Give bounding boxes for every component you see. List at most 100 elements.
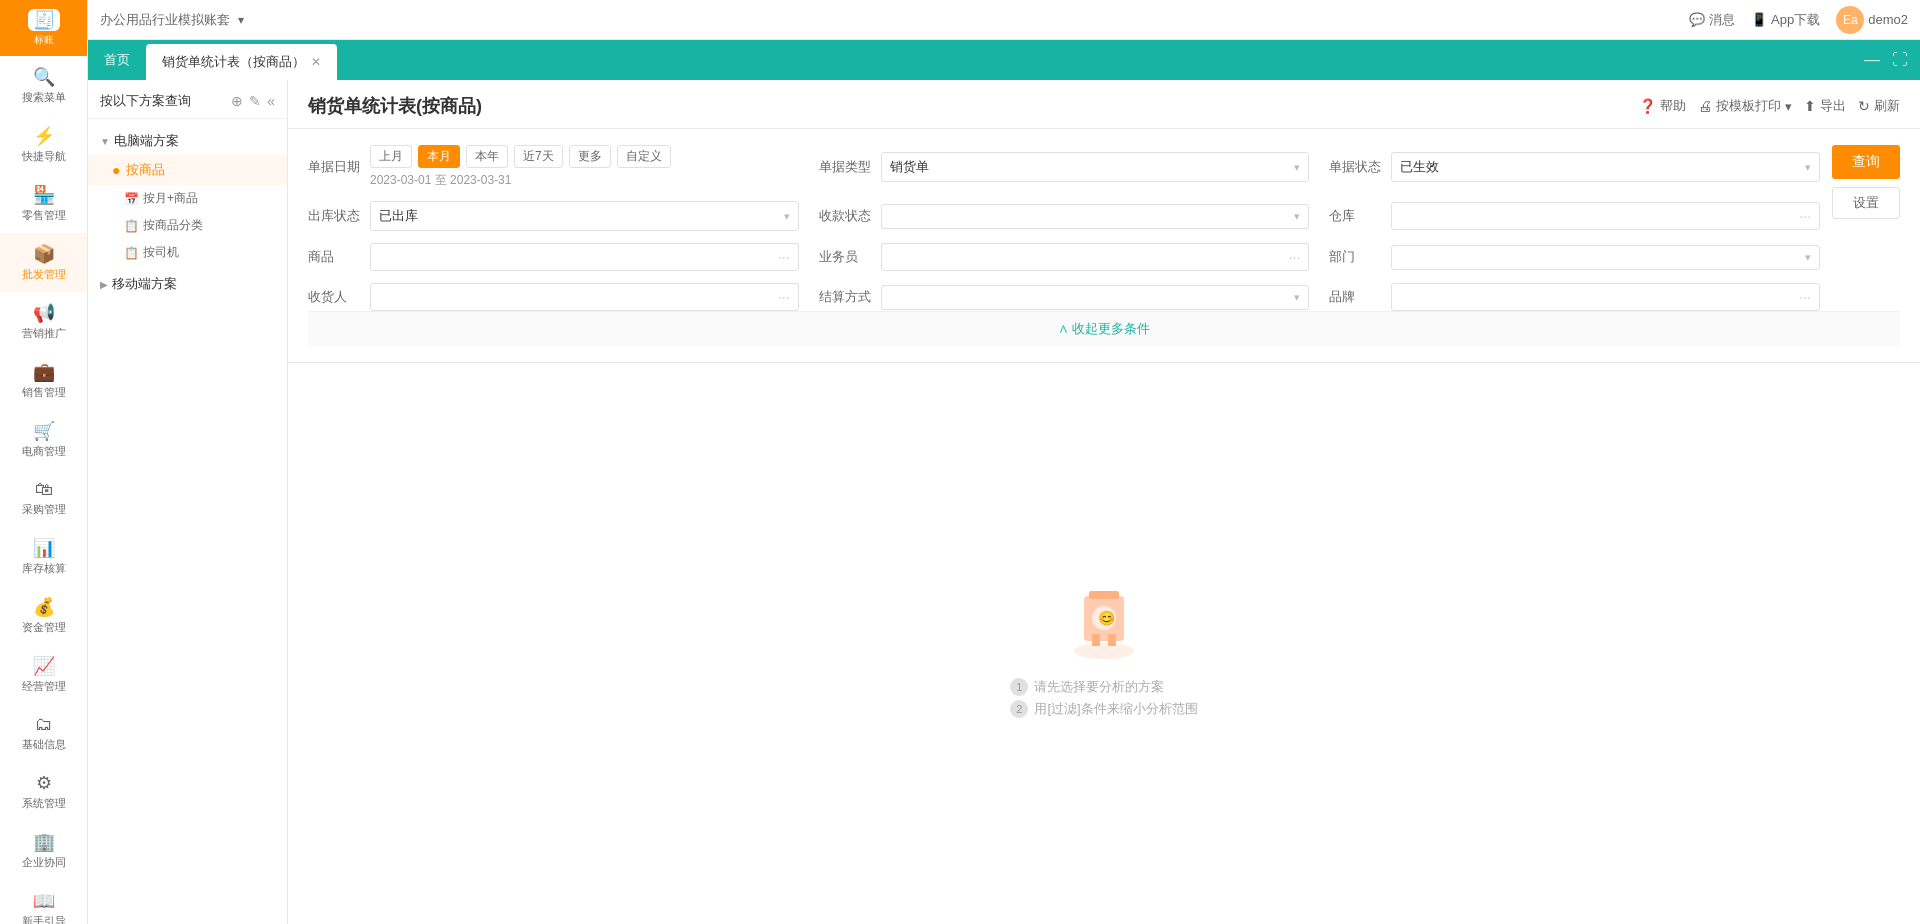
sidebar-item-inventory-label: 库存核算 [22,561,66,576]
tree-item-by-month-product[interactable]: 📅 按月+商品 [88,185,287,212]
settings-button[interactable]: 设置 [1832,187,1900,219]
date-this-month[interactable]: 本月 [418,145,460,168]
ecommerce-icon: 🛒 [33,420,55,442]
refresh-button[interactable]: ↻ 刷新 [1858,97,1900,115]
page-header-actions: ❓ 帮助 🖨 按模板打印 ▾ ⬆ 导出 ↻ 刷新 [1639,97,1900,115]
sidebar-item-search[interactable]: 🔍 搜索菜单 [0,56,87,115]
date-more[interactable]: 更多 [569,145,611,168]
warehouse-input[interactable]: ··· [1391,202,1820,230]
settle-select[interactable]: ▾ [881,285,1310,310]
receipt-status-select[interactable]: ▾ [881,204,1310,229]
logo-area: 🧾 标账 [0,0,87,56]
breadcrumb-dropdown[interactable]: ▾ [238,13,244,27]
retail-icon: 🏪 [33,184,55,206]
calendar-icon: 📅 [124,192,139,206]
sidebar-item-retail[interactable]: 🏪 零售管理 [0,174,87,233]
salesperson-label: 业务员 [819,248,875,266]
sidebar-item-quicknav[interactable]: ⚡ 快捷导航 [0,115,87,174]
user-profile[interactable]: Ea demo2 [1836,6,1908,34]
svg-text:😊: 😊 [1098,610,1116,627]
sidebar-item-ecommerce-label: 电商管理 [22,444,66,459]
help-button[interactable]: ❓ 帮助 [1639,97,1686,115]
receiver-input[interactable]: ··· [370,283,799,311]
type-select[interactable]: 销货单 ▾ [881,152,1310,182]
print-button[interactable]: 🖨 按模板打印 ▾ [1698,97,1792,115]
collapse-panel-button[interactable]: « [267,93,275,109]
sidebar-item-purchase[interactable]: 🛍 采购管理 [0,469,87,527]
left-panel: 按以下方案查询 ⊕ ✎ « ▼ 电脑端方案 ● 按商品 [88,80,288,924]
sidebar-item-inventory[interactable]: 📊 库存核算 [0,527,87,586]
warehouse-status-select[interactable]: 已出库 ▾ [370,201,799,231]
settle-label: 结算方式 [819,288,875,306]
sidebar-item-guide[interactable]: 📖 新手引导 [0,880,87,924]
tab-home-label: 首页 [104,51,130,69]
tab-maximize-button[interactable]: ⛶ [1888,47,1912,73]
sidebar-item-finance[interactable]: 💰 资金管理 [0,586,87,645]
tree-group-mobile-header[interactable]: ▶ 移动端方案 [88,270,287,298]
collapse-bar[interactable]: ∧ 收起更多条件 [308,311,1900,346]
date-last-7days[interactable]: 近7天 [514,145,563,168]
date-last-month[interactable]: 上月 [370,145,412,168]
export-button[interactable]: ⬆ 导出 [1804,97,1846,115]
tab-close-icon[interactable]: ✕ [311,55,321,69]
wholesale-icon: 📦 [33,243,55,265]
sidebar-item-basic[interactable]: 🗂 基础信息 [0,704,87,762]
warehouse-status-arrow: ▾ [784,210,790,223]
refresh-icon: ↻ [1858,98,1870,114]
tab-report-label: 销货单统计表（按商品） [162,53,305,71]
tree-group-desktop-header[interactable]: ▼ 电脑端方案 [88,127,287,155]
type-dropdown-arrow: ▾ [1294,161,1300,174]
sidebar-item-marketing[interactable]: 📢 营销推广 [0,292,87,351]
sidebar-item-wholesale[interactable]: 📦 批发管理 [0,233,87,292]
export-icon: ⬆ [1804,98,1816,114]
sidebar-item-operation[interactable]: 📈 经营管理 [0,645,87,704]
marketing-icon: 📢 [33,302,55,324]
date-filter: 上月 本月 本年 近7天 更多 自定义 [370,145,799,168]
tree-item-by-product[interactable]: ● 按商品 [88,155,287,185]
query-button[interactable]: 查询 [1832,145,1900,179]
brand-input[interactable]: ··· [1391,283,1820,311]
department-select[interactable]: ▾ [1391,245,1820,270]
brand-dots: ··· [1799,289,1811,305]
print-dropdown-arrow[interactable]: ▾ [1785,99,1792,114]
sidebar-item-sales[interactable]: 💼 销售管理 [0,351,87,410]
filter-row-4: 收货人 ··· 结算方式 ▾ [308,283,1820,311]
add-scheme-button[interactable]: ⊕ [231,93,243,109]
product-dots: ··· [778,249,790,265]
finance-icon: 💰 [33,596,55,618]
tab-minimize-button[interactable]: — [1860,47,1884,73]
sidebar-item-guide-label: 新手引导 [22,914,66,924]
app-download-label: App下载 [1771,11,1820,29]
tree-item-by-category[interactable]: 📋 按商品分类 [88,212,287,239]
tab-report[interactable]: 销货单统计表（按商品） ✕ [146,44,337,80]
collapse-label: ∧ 收起更多条件 [1058,320,1151,338]
sidebar-item-enterprise[interactable]: 🏢 企业协同 [0,821,87,880]
tree-item-by-month-product-label: 按月+商品 [143,190,198,207]
sidebar-item-operation-label: 经营管理 [22,679,66,694]
salesperson-dots: ··· [1289,249,1301,265]
product-input[interactable]: ··· [370,243,799,271]
left-panel-actions: ⊕ ✎ « [231,93,275,109]
sidebar-item-ecommerce[interactable]: 🛒 电商管理 [0,410,87,469]
main-content: 办公用品行业模拟账套 ▾ 💬 消息 📱 App下载 Ea demo2 首页 [88,0,1920,924]
app-download-button[interactable]: 📱 App下载 [1751,11,1820,29]
sidebar-item-system[interactable]: ⚙ 系统管理 [0,762,87,821]
date-custom[interactable]: 自定义 [617,145,671,168]
filter-row-3: 商品 ··· 业务员 ··· [308,243,1820,271]
empty-state: 😊 1 请先选择要分析的方案 2 用[过滤]条件来缩小分析范围 [1010,566,1197,722]
tree-item-by-cashier[interactable]: 📋 按司机 [88,239,287,266]
tree-item-by-cashier-label: 按司机 [143,244,179,261]
edit-scheme-button[interactable]: ✎ [249,93,261,109]
tip-num-1: 1 [1010,678,1028,696]
tab-home[interactable]: 首页 [88,40,146,80]
page-area: 按以下方案查询 ⊕ ✎ « ▼ 电脑端方案 ● 按商品 [88,80,1920,924]
filter-receiver-cell: 收货人 ··· [308,283,799,311]
message-button[interactable]: 💬 消息 [1689,11,1735,29]
sidebar-item-wholesale-label: 批发管理 [22,267,66,282]
status-select[interactable]: 已生效 ▾ [1391,152,1820,182]
date-this-year[interactable]: 本年 [466,145,508,168]
type-label: 单据类型 [819,158,875,176]
department-arrow: ▾ [1805,251,1811,264]
salesperson-input[interactable]: ··· [881,243,1310,271]
tip-num-2: 2 [1010,700,1028,718]
